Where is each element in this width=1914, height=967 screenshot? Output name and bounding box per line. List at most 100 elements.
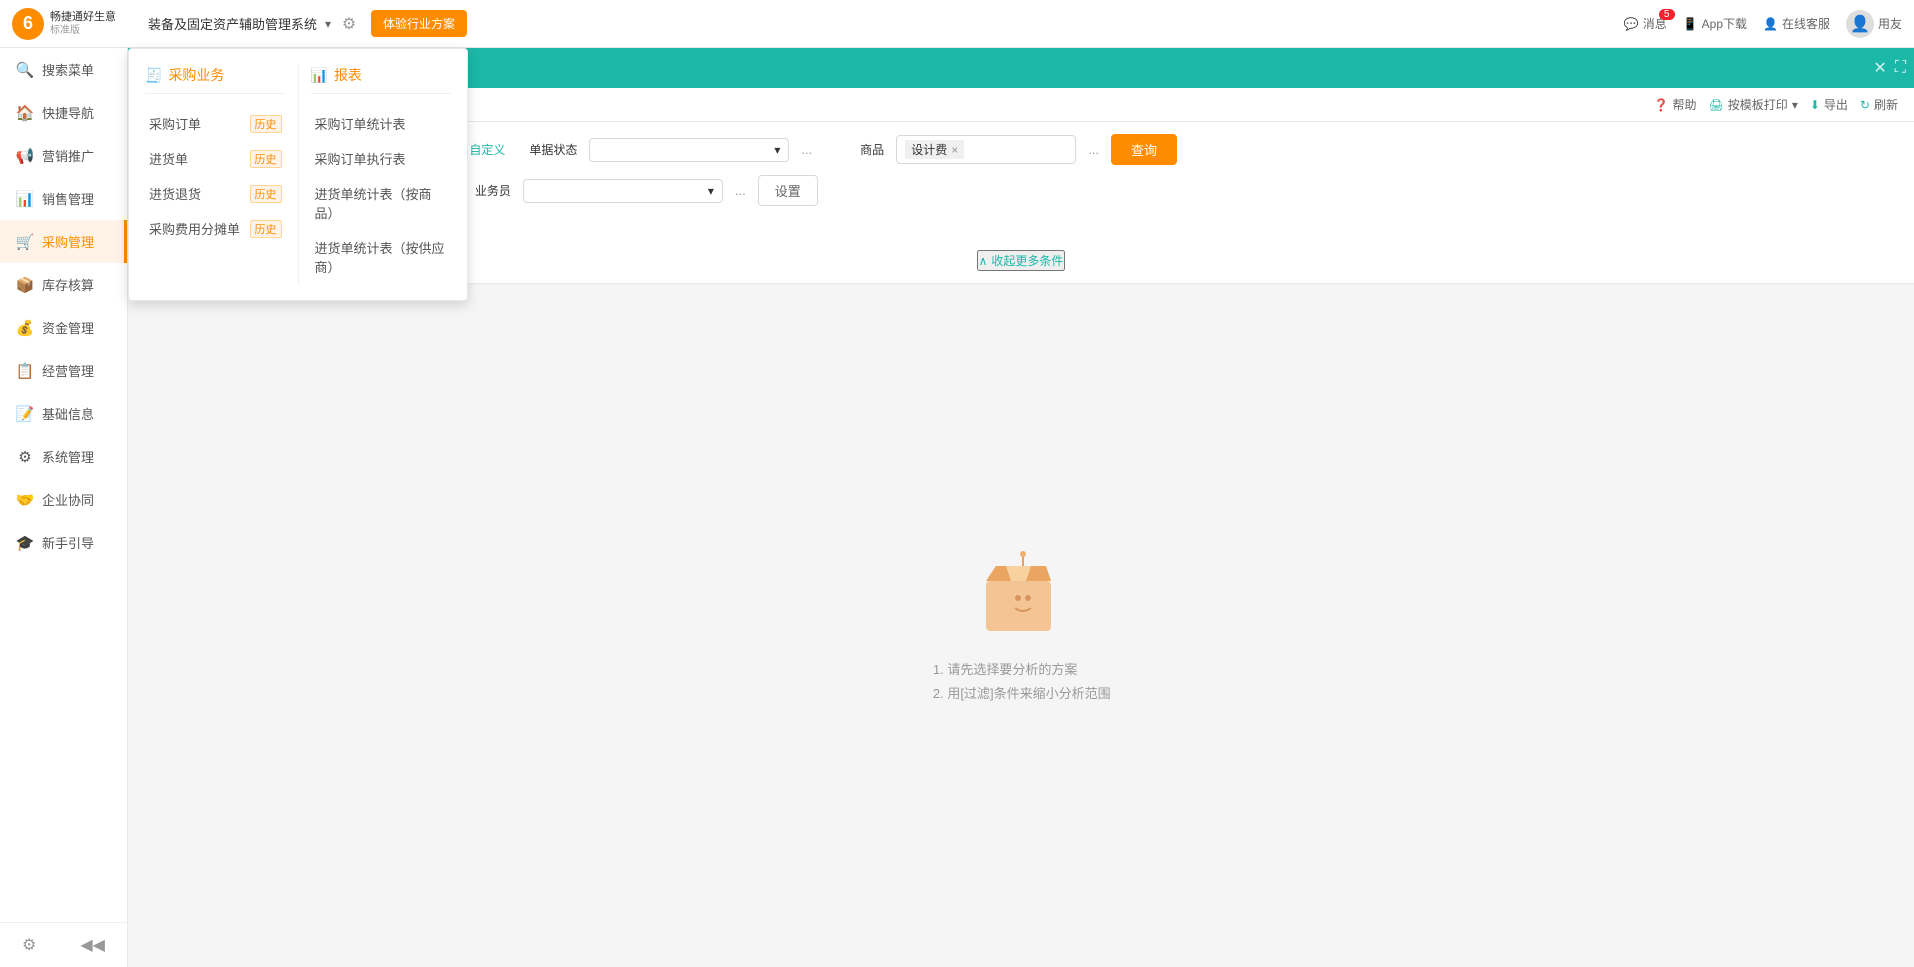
- menu-item-purchase-order[interactable]: 采购订单 历史: [145, 106, 286, 141]
- tab-expand-button[interactable]: ⛶: [1895, 59, 1906, 77]
- sidebar-item-system[interactable]: ⚙ 系统管理: [0, 435, 127, 478]
- app-container: 6 畅捷通好生意 标准版 装备及固定资产辅助管理系统 ▾ ⚙ 体验行业方案 💬 …: [0, 0, 1914, 967]
- inventory-icon: 📦: [16, 276, 34, 294]
- empty-illustration: [971, 546, 1071, 646]
- empty-text: 请先选择要分析的方案 用[过滤]条件来缩小分析范围: [931, 658, 1110, 705]
- tab-close-all-button[interactable]: ✕: [1873, 58, 1886, 78]
- print-dropdown-icon: ▾: [1792, 98, 1798, 112]
- operations-icon: 📋: [16, 362, 34, 380]
- system-dropdown-button[interactable]: ▾: [325, 17, 331, 31]
- sidebar-item-inventory[interactable]: 📦 库存核算: [0, 263, 127, 306]
- basic-info-icon: 📝: [16, 405, 34, 423]
- message-icon: 💬: [1624, 17, 1639, 31]
- top-bar: 6 畅捷通好生意 标准版 装备及固定资产辅助管理系统 ▾ ⚙ 体验行业方案 💬 …: [0, 0, 1914, 48]
- goods-tag-text: 设计费: [911, 141, 947, 158]
- query-button[interactable]: 查询: [1111, 134, 1177, 165]
- incoming-stat-supplier-label: 进货单统计表（按供应商）: [315, 238, 448, 276]
- expense-history: 历史: [250, 220, 282, 238]
- incoming-stat-goods-label: 进货单统计表（按商品）: [315, 184, 448, 222]
- sidebar-item-operations[interactable]: 📋 经营管理: [0, 349, 127, 392]
- top-bar-right: 💬 消息 5 📱 App下载 👤 在线客服 👤 用友: [1624, 10, 1902, 38]
- status-filter-label: 单据状态: [517, 141, 577, 158]
- print-label: 按模板打印: [1728, 96, 1788, 113]
- refresh-label: 刷新: [1874, 96, 1898, 113]
- sidebar-settings-button[interactable]: ⚙: [22, 935, 36, 955]
- sidebar-label-operations: 经营管理: [42, 361, 94, 380]
- top-bar-middle: 装备及固定资产辅助管理系统 ▾ ⚙ 体验行业方案: [140, 10, 1624, 38]
- purchase-title-text: 采购业务: [168, 65, 224, 85]
- incoming-history: 历史: [250, 150, 282, 168]
- guide-icon: 🎓: [16, 534, 34, 552]
- collapse-button[interactable]: ∧ 收起更多条件: [977, 250, 1066, 271]
- sidebar-label-enterprise: 企业协同: [42, 490, 94, 509]
- collapse-chevron-icon: ∧: [979, 254, 988, 268]
- menu-item-expense[interactable]: 采购费用分摊单 历史: [145, 211, 286, 246]
- return-history: 历史: [250, 185, 282, 203]
- purchase-dropdown-menu: 🧾 采购业务 采购订单 历史 进货单 历史 进货退货 历史 采购费用分摊单: [128, 48, 468, 301]
- chevron-down-icon: ▾: [774, 143, 780, 157]
- staff-ellipsis[interactable]: ...: [735, 183, 746, 198]
- menu-item-incoming-stat-supplier[interactable]: 进货单统计表（按供应商）: [311, 230, 452, 284]
- goods-filter-label: 商品: [824, 141, 884, 158]
- app-download-button[interactable]: 📱 App下载: [1683, 15, 1747, 32]
- export-button[interactable]: ⬇ 导出: [1810, 96, 1848, 113]
- staff-select[interactable]: ▾: [523, 179, 723, 203]
- online-service-button[interactable]: 👤 在线客服: [1763, 15, 1830, 32]
- sidebar-item-quick-nav[interactable]: 🏠 快捷导航: [0, 91, 127, 134]
- purchase-order-exec-label: 采购订单执行表: [315, 149, 448, 168]
- help-icon: ❓: [1654, 98, 1669, 112]
- logo-icon: 6: [12, 8, 44, 40]
- purchase-order-label: 采购订单: [149, 114, 250, 133]
- goods-tag: 设计费 ×: [905, 140, 964, 159]
- sidebar-item-guide[interactable]: 🎓 新手引导: [0, 521, 127, 564]
- message-button[interactable]: 💬 消息 5: [1624, 15, 1667, 32]
- sidebar-collapse-button[interactable]: ◀◀: [80, 935, 105, 955]
- goods-input[interactable]: 设计费 ×: [896, 135, 1076, 164]
- goods-ellipsis[interactable]: ...: [1088, 142, 1099, 157]
- export-label: 导出: [1824, 96, 1848, 113]
- settings-button[interactable]: 设置: [758, 175, 818, 206]
- app-label: App下载: [1702, 15, 1747, 32]
- sidebar-item-search[interactable]: 🔍 搜索菜单: [0, 48, 127, 91]
- settings-icon-button[interactable]: ⚙: [335, 10, 363, 38]
- sidebar-item-basic-info[interactable]: 📝 基础信息: [0, 392, 127, 435]
- print-button[interactable]: 🖨 按模板打印 ▾: [1709, 96, 1798, 113]
- enterprise-icon: 🤝: [16, 491, 34, 509]
- status-select[interactable]: ▾: [589, 138, 789, 162]
- sidebar-item-marketing[interactable]: 📢 营销推广: [0, 134, 127, 177]
- sidebar-item-finance[interactable]: 💰 资金管理: [0, 306, 127, 349]
- empty-hint-2: 用[过滤]条件来缩小分析范围: [947, 682, 1110, 705]
- finance-icon: 💰: [16, 319, 34, 337]
- logo-text: 畅捷通好生意 标准版: [50, 10, 116, 37]
- avatar: 👤: [1846, 10, 1874, 38]
- menu-divider: [298, 65, 299, 284]
- staff-dropdown-icon: ▾: [708, 184, 714, 198]
- status-ellipsis[interactable]: ...: [801, 142, 812, 157]
- menu-item-return[interactable]: 进货退货 历史: [145, 176, 286, 211]
- sidebar-item-enterprise[interactable]: 🤝 企业协同: [0, 478, 127, 521]
- main-content: 请先选择要分析的方案 用[过滤]条件来缩小分析范围: [128, 284, 1914, 967]
- refresh-button[interactable]: ↻ 刷新: [1860, 96, 1898, 113]
- purchase-column: 🧾 采购业务 采购订单 历史 进货单 历史 进货退货 历史 采购费用分摊单: [145, 65, 286, 284]
- report-title-icon: 📊: [311, 67, 328, 84]
- menu-item-purchase-order-stat[interactable]: 采购订单统计表: [311, 106, 452, 141]
- sidebar-bottom: ⚙ ◀◀: [0, 922, 127, 967]
- goods-tag-remove[interactable]: ×: [951, 143, 958, 157]
- sidebar-label-inventory: 库存核算: [42, 275, 94, 294]
- sidebar-item-purchase[interactable]: 🛒 采购管理: [0, 220, 127, 263]
- sidebar-label-system: 系统管理: [42, 447, 94, 466]
- industry-button[interactable]: 体验行业方案: [371, 10, 467, 37]
- help-button[interactable]: ❓ 帮助: [1654, 96, 1697, 113]
- menu-item-incoming-stat-goods[interactable]: 进货单统计表（按商品）: [311, 176, 452, 230]
- report-column-title: 📊 报表: [311, 65, 452, 94]
- logo-line2: 标准版: [50, 24, 116, 37]
- menu-item-incoming[interactable]: 进货单 历史: [145, 141, 286, 176]
- user-button[interactable]: 👤 用友: [1846, 10, 1902, 38]
- help-label: 帮助: [1673, 96, 1697, 113]
- sidebar-item-sales[interactable]: 📊 销售管理: [0, 177, 127, 220]
- menu-item-purchase-order-exec[interactable]: 采购订单执行表: [311, 141, 452, 176]
- purchase-icon: 🛒: [16, 233, 34, 251]
- print-icon: 🖨: [1709, 98, 1724, 112]
- home-icon: 🏠: [16, 104, 34, 122]
- sidebar-label-basic-info: 基础信息: [42, 404, 94, 423]
